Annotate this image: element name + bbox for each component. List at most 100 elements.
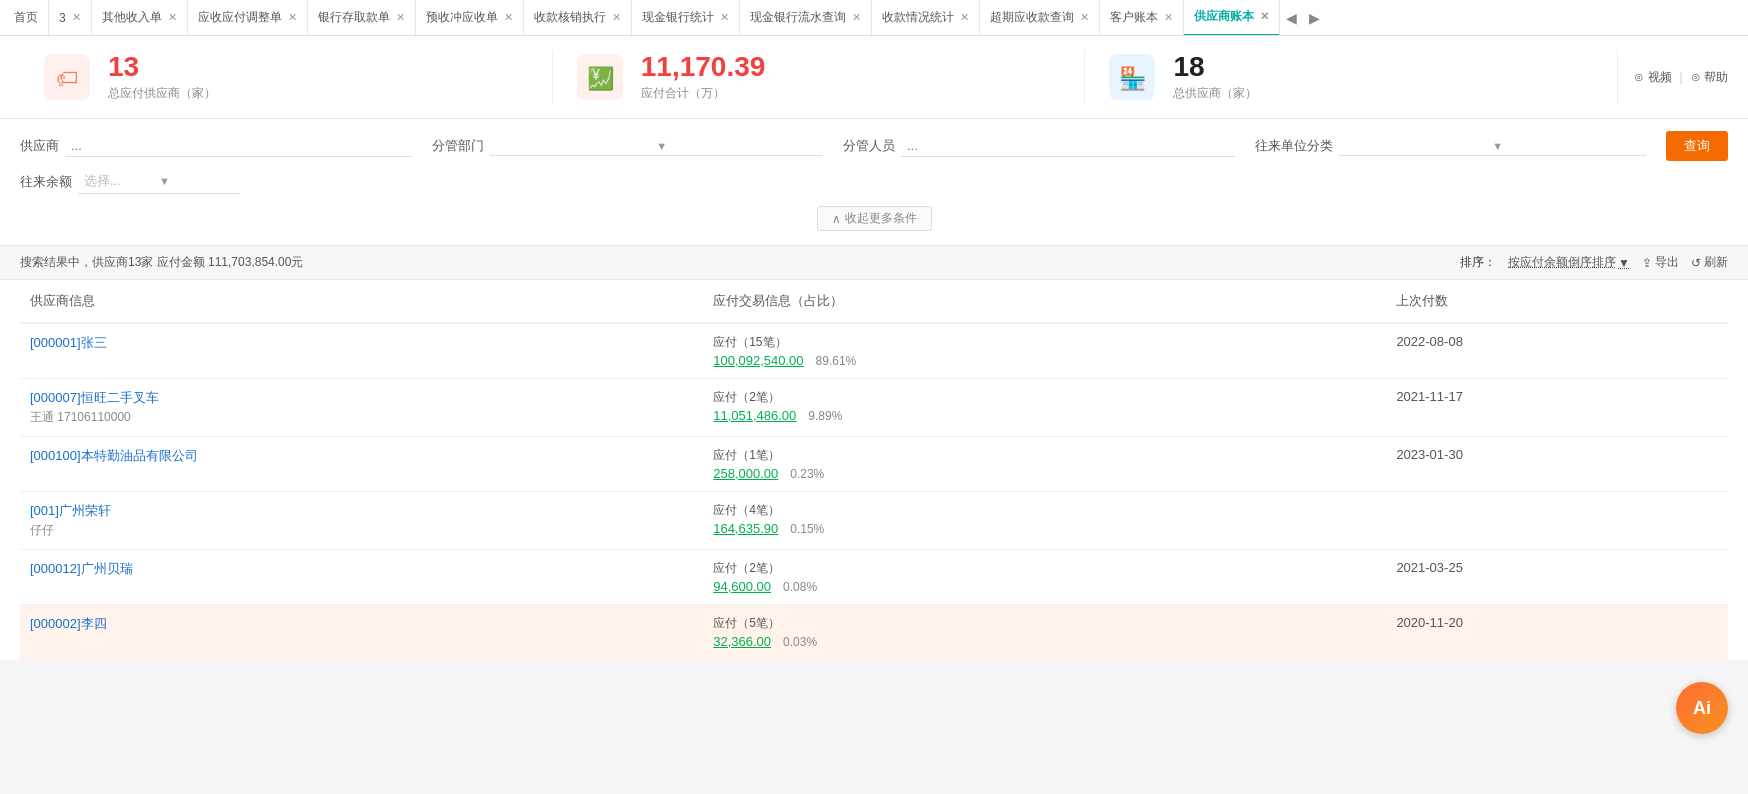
scroll-area[interactable]: 供应商信息 应付交易信息（占比） 上次付数 [000001]张三 应付（15笔） 1…: [20, 280, 1728, 660]
tx-percentage: 0.23%: [790, 467, 824, 481]
help-link[interactable]: ⊙ 帮助: [1691, 69, 1728, 86]
balance-select-value: 选择...: [84, 172, 159, 190]
nav-tab-cash-flow[interactable]: 现金银行流水查询 ✕: [740, 0, 872, 36]
result-bar: 搜索结果中，供应商13家 应付金额 111,703,854.00元 排序： 按应…: [0, 246, 1748, 280]
svg-text:🏷: 🏷: [56, 66, 78, 91]
search-button[interactable]: 查询: [1666, 131, 1728, 161]
supplier-link[interactable]: [000002]李四: [30, 616, 107, 631]
nav-tab-other-income[interactable]: 其他收入单 ✕: [92, 0, 188, 36]
supplier-cell: [001]广州荣轩仔仔: [20, 492, 703, 550]
person-filter-input[interactable]: [901, 135, 1235, 157]
nav-tab-prepay-close[interactable]: ✕: [504, 11, 513, 24]
nav-tab-3-close[interactable]: ✕: [72, 11, 81, 24]
tx-percentage: 0.08%: [783, 580, 817, 594]
supplier-filter-label: 供应商: [20, 137, 59, 155]
tx-amount[interactable]: 94,600.00: [713, 579, 771, 594]
supplier-link[interactable]: [000100]本特勤油品有限公司: [30, 448, 198, 463]
summary-bar: 🏷 13 总应付供应商（家） 💹 11,170.39 应付合计（万） 🏪: [0, 36, 1748, 119]
collapse-button[interactable]: ∧ 收起更多条件: [817, 206, 932, 231]
supplier-link[interactable]: [001]广州荣轩: [30, 503, 111, 518]
supplier-cell: [000002]李四: [20, 605, 703, 660]
nav-next-arrow[interactable]: ▶: [1303, 0, 1326, 36]
dept-filter-label: 分管部门: [432, 137, 484, 155]
category-filter-label: 往来单位分类: [1255, 137, 1333, 155]
summary-card-payable-total: 💹 11,170.39 应付合计（万）: [553, 50, 1086, 104]
collapse-chevron-icon: ∧: [832, 212, 841, 226]
supplier-table: 供应商信息 应付交易信息（占比） 上次付数 [000001]张三 应付（15笔） 1…: [20, 280, 1728, 660]
nav-tab-collection[interactable]: 收款核销执行 ✕: [524, 0, 632, 36]
nav-tab-3[interactable]: 3 ✕: [49, 0, 92, 36]
nav-prev-arrow[interactable]: ◀: [1280, 0, 1303, 36]
tx-percentage: 0.15%: [790, 522, 824, 536]
sort-select[interactable]: 按应付余额倒序排序 ▼: [1508, 254, 1630, 271]
export-icon: ⇪: [1642, 256, 1652, 270]
tx-cell: 应付（2笔）11,051,486.009.89%: [703, 379, 1386, 437]
nav-tab-prepay[interactable]: 预收冲应收单 ✕: [416, 0, 524, 36]
tx-cell: 应付（15笔）100,092,540.0089.61%: [703, 323, 1386, 379]
nav-tab-cash-flow-close[interactable]: ✕: [852, 11, 861, 24]
col-header-supplier: 供应商信息: [20, 280, 703, 323]
nav-tab-customer-ledger[interactable]: 客户账本 ✕: [1100, 0, 1184, 36]
nav-tab-collection-stat-close[interactable]: ✕: [960, 11, 969, 24]
dept-select-arrow: ▼: [656, 140, 817, 152]
supplier-link[interactable]: [000012]广州贝瑞: [30, 561, 133, 576]
nav-tab-overdue-ar[interactable]: 超期应收款查询 ✕: [980, 0, 1100, 36]
nav-tab-cash-bank-stat-close[interactable]: ✕: [720, 11, 729, 24]
table-header-row: 供应商信息 应付交易信息（占比） 上次付数: [20, 280, 1728, 323]
nav-tab-supplier-ledger-close[interactable]: ✕: [1260, 10, 1269, 23]
export-button[interactable]: ⇪ 导出: [1642, 254, 1679, 271]
total-suppliers-number: 18: [1173, 52, 1257, 83]
payable-total-icon: 💹: [573, 50, 627, 104]
nav-tab-collection-stat[interactable]: 收款情况统计 ✕: [872, 0, 980, 36]
tx-cell: 应付（2笔）94,600.000.08%: [703, 550, 1386, 605]
nav-tab-home[interactable]: 首页: [4, 0, 49, 36]
nav-tab-3-label: 3: [59, 11, 66, 25]
nav-tab-ar-ap-adjust-close[interactable]: ✕: [288, 11, 297, 24]
last-pay-cell: 2023-01-30: [1386, 437, 1728, 492]
tx-amount[interactable]: 11,051,486.00: [713, 408, 796, 423]
nav-tab-cash-bank-stat[interactable]: 现金银行统计 ✕: [632, 0, 740, 36]
nav-tab-collection-close[interactable]: ✕: [612, 11, 621, 24]
video-link[interactable]: ⊙ 视频: [1634, 69, 1671, 86]
payable-suppliers-icon: 🏷: [40, 50, 94, 104]
nav-tab-ar-ap-adjust-label: 应收应付调整单: [198, 9, 282, 26]
filter-bar: 供应商 分管部门 ▼ 分管人员 往来单位分类 ▼ 查询 往来余额 选择: [0, 119, 1748, 246]
supplier-filter-input[interactable]: [65, 135, 412, 157]
refresh-button[interactable]: ↺ 刷新: [1691, 254, 1728, 271]
supplier-link[interactable]: [000007]恒旺二手叉车: [30, 390, 159, 405]
nav-tab-bank-deposit[interactable]: 银行存取款单 ✕: [308, 0, 416, 36]
nav-tab-overdue-ar-close[interactable]: ✕: [1080, 11, 1089, 24]
nav-tab-ar-ap-adjust[interactable]: 应收应付调整单 ✕: [188, 0, 308, 36]
nav-tab-customer-ledger-close[interactable]: ✕: [1164, 11, 1173, 24]
tx-amount[interactable]: 164,635.90: [713, 521, 778, 536]
supplier-sub-info: 王通 17106110000: [30, 409, 693, 426]
nav-tab-cash-flow-label: 现金银行流水查询: [750, 9, 846, 26]
top-navigation: 首页 3 ✕ 其他收入单 ✕ 应收应付调整单 ✕ 银行存取款单 ✕ 预收冲应收单…: [0, 0, 1748, 36]
total-suppliers-icon: 🏪: [1105, 50, 1159, 104]
collapse-bar: ∧ 收起更多条件: [20, 202, 1728, 237]
filter-person: 分管人员: [843, 135, 1235, 157]
supplier-cell: [000012]广州贝瑞: [20, 550, 703, 605]
collapse-button-label: 收起更多条件: [845, 210, 917, 227]
balance-select-arrow: ▼: [159, 175, 234, 187]
table-row: [000001]张三应付（15笔）100,092,540.0089.61%202…: [20, 323, 1728, 379]
nav-tab-supplier-ledger[interactable]: 供应商账本 ✕: [1184, 0, 1280, 36]
nav-tab-other-income-close[interactable]: ✕: [168, 11, 177, 24]
nav-tab-supplier-ledger-label: 供应商账本: [1194, 8, 1254, 25]
tx-amount[interactable]: 258,000.00: [713, 466, 778, 481]
tx-amount[interactable]: 100,092,540.00: [713, 353, 803, 368]
supplier-link[interactable]: [000001]张三: [30, 335, 107, 350]
category-filter-select[interactable]: ▼: [1339, 137, 1647, 156]
tx-amount[interactable]: 32,366.00: [713, 634, 771, 649]
payable-total-number: 11,170.39: [641, 52, 766, 83]
supplier-sub-info: 仔仔: [30, 522, 693, 539]
svg-text:💹: 💹: [586, 65, 614, 92]
nav-tab-bank-deposit-close[interactable]: ✕: [396, 11, 405, 24]
refresh-icon: ↺: [1691, 256, 1701, 270]
dept-filter-select[interactable]: ▼: [490, 137, 824, 156]
last-pay-cell: [1386, 492, 1728, 550]
balance-filter-select[interactable]: 选择... ▼: [78, 169, 240, 194]
tx-label: 应付（15笔）: [713, 334, 1376, 351]
filter-supplier: 供应商: [20, 135, 412, 157]
sort-select-value: 按应付余额倒序排序: [1508, 254, 1616, 271]
